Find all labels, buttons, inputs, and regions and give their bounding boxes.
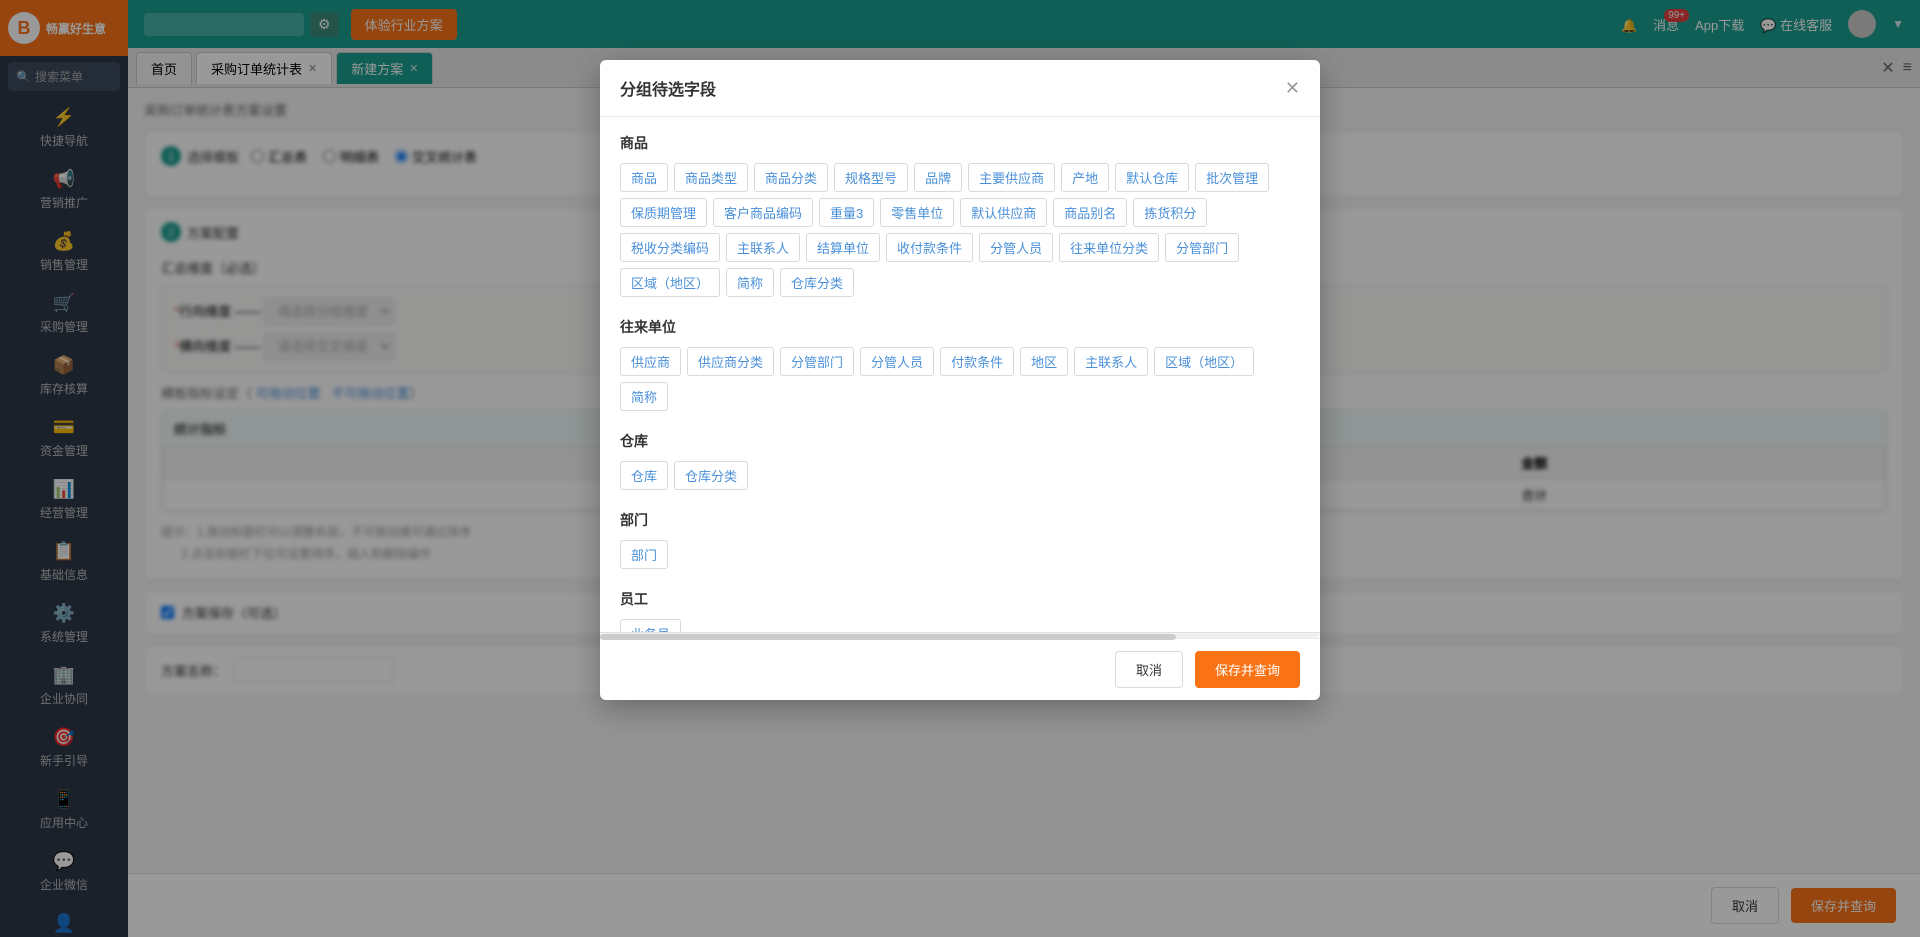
field-section-counterpart-title: 往来单位: [620, 317, 1300, 337]
modal-hscroll-thumb: [600, 634, 1176, 640]
field-tags-counterpart: 供应商供应商分类分管部门分管人员付款条件地区主联系人区域（地区） 简称: [620, 347, 1300, 411]
field-tags-department: 部门: [620, 540, 1300, 569]
field-section-counterpart: 往来单位供应商供应商分类分管部门分管人员付款条件地区主联系人区域（地区） 简称: [620, 317, 1300, 411]
field-tag-goods-默认仓库[interactable]: 默认仓库: [1115, 163, 1189, 192]
field-tag-goods-收付款条件[interactable]: 收付款条件: [886, 233, 973, 262]
field-tag-goods-规格型号[interactable]: 规格型号: [834, 163, 908, 192]
modal-body[interactable]: 商品商品商品类型商品分类规格型号品牌主要供应商产地默认仓库批次管理保质期管理客户…: [600, 117, 1320, 632]
field-tag-goods-保质期管理[interactable]: 保质期管理: [620, 198, 707, 227]
modal-footer: 取消 保存并查询: [600, 638, 1320, 700]
field-tag-counterpart-区域（地区）[interactable]: 区域（地区）: [1154, 347, 1254, 376]
field-tag-goods-分管人员[interactable]: 分管人员: [979, 233, 1053, 262]
field-tag-department-部门[interactable]: 部门: [620, 540, 668, 569]
field-tag-goods-商品类型[interactable]: 商品类型: [674, 163, 748, 192]
field-tag-counterpart-地区[interactable]: 地区: [1020, 347, 1068, 376]
field-section-employee-title: 员工: [620, 589, 1300, 609]
field-tag-goods-客户商品编码[interactable]: 客户商品编码: [713, 198, 813, 227]
field-section-warehouse: 仓库仓库仓库分类: [620, 431, 1300, 490]
modal-header: 分组待选字段 ✕: [600, 60, 1320, 117]
field-section-goods: 商品商品商品类型商品分类规格型号品牌主要供应商产地默认仓库批次管理保质期管理客户…: [620, 133, 1300, 297]
field-tag-goods-分管部门[interactable]: 分管部门: [1165, 233, 1239, 262]
field-tag-employee-业务员[interactable]: 业务员: [620, 619, 681, 632]
field-tag-goods-品牌[interactable]: 品牌: [914, 163, 962, 192]
field-tag-goods-仓库分类[interactable]: 仓库分类: [780, 268, 854, 297]
field-tag-counterpart-分管人员[interactable]: 分管人员: [860, 347, 934, 376]
field-tags-goods: 商品商品类型商品分类规格型号品牌主要供应商产地默认仓库批次管理保质期管理客户商品…: [620, 163, 1300, 297]
field-tags-employee: 业务员: [620, 619, 1300, 632]
field-tag-goods-产地[interactable]: 产地: [1061, 163, 1109, 192]
field-tag-counterpart-付款条件[interactable]: 付款条件: [940, 347, 1014, 376]
field-section-employee: 员工业务员: [620, 589, 1300, 632]
field-tag-warehouse-仓库[interactable]: 仓库: [620, 461, 668, 490]
field-section-department-title: 部门: [620, 510, 1300, 530]
modal-close-button[interactable]: ✕: [1285, 78, 1300, 99]
cancel-button[interactable]: 取消: [1115, 651, 1183, 688]
field-tag-goods-简称[interactable]: 简称: [726, 268, 774, 297]
save-query-button[interactable]: 保存并查询: [1195, 651, 1300, 688]
field-tag-goods-商品别名[interactable]: 商品别名: [1053, 198, 1127, 227]
field-tag-goods-商品[interactable]: 商品: [620, 163, 668, 192]
field-tag-goods-默认供应商[interactable]: 默认供应商: [960, 198, 1047, 227]
modal-title: 分组待选字段: [620, 76, 716, 100]
field-tag-goods-重量3[interactable]: 重量3: [819, 198, 874, 227]
field-selection-modal: 分组待选字段 ✕ 商品商品商品类型商品分类规格型号品牌主要供应商产地默认仓库批次…: [600, 60, 1320, 700]
field-tag-goods-主要供应商[interactable]: 主要供应商: [968, 163, 1055, 192]
field-tag-goods-批次管理[interactable]: 批次管理: [1195, 163, 1269, 192]
field-section-goods-title: 商品: [620, 133, 1300, 153]
modal-horizontal-scrollbar[interactable]: [600, 632, 1320, 639]
field-tag-goods-区域（地区）[interactable]: 区域（地区）: [620, 268, 720, 297]
field-tag-counterpart-主联系人[interactable]: 主联系人: [1074, 347, 1148, 376]
field-tag-goods-零售单位[interactable]: 零售单位: [880, 198, 954, 227]
field-tag-counterpart-供应商分类[interactable]: 供应商分类: [687, 347, 774, 376]
field-tag-counterpart-分管部门[interactable]: 分管部门: [780, 347, 854, 376]
field-tag-counterpart-供应商[interactable]: 供应商: [620, 347, 681, 376]
field-tag-goods-商品分类[interactable]: 商品分类: [754, 163, 828, 192]
field-tag-goods-拣货积分[interactable]: 拣货积分: [1133, 198, 1207, 227]
field-tag-goods-往来单位分类[interactable]: 往来单位分类: [1059, 233, 1159, 262]
modal-overlay: 分组待选字段 ✕ 商品商品商品类型商品分类规格型号品牌主要供应商产地默认仓库批次…: [0, 0, 1920, 937]
field-tag-goods-结算单位[interactable]: 结算单位: [806, 233, 880, 262]
field-tags-warehouse: 仓库仓库分类: [620, 461, 1300, 490]
field-tag-warehouse-仓库分类[interactable]: 仓库分类: [674, 461, 748, 490]
field-section-department: 部门部门: [620, 510, 1300, 569]
field-tag-goods-主联系人[interactable]: 主联系人: [726, 233, 800, 262]
field-section-warehouse-title: 仓库: [620, 431, 1300, 451]
field-tag-goods-税收分类编码[interactable]: 税收分类编码: [620, 233, 720, 262]
field-tag-counterpart-简称[interactable]: 简称: [620, 382, 668, 411]
